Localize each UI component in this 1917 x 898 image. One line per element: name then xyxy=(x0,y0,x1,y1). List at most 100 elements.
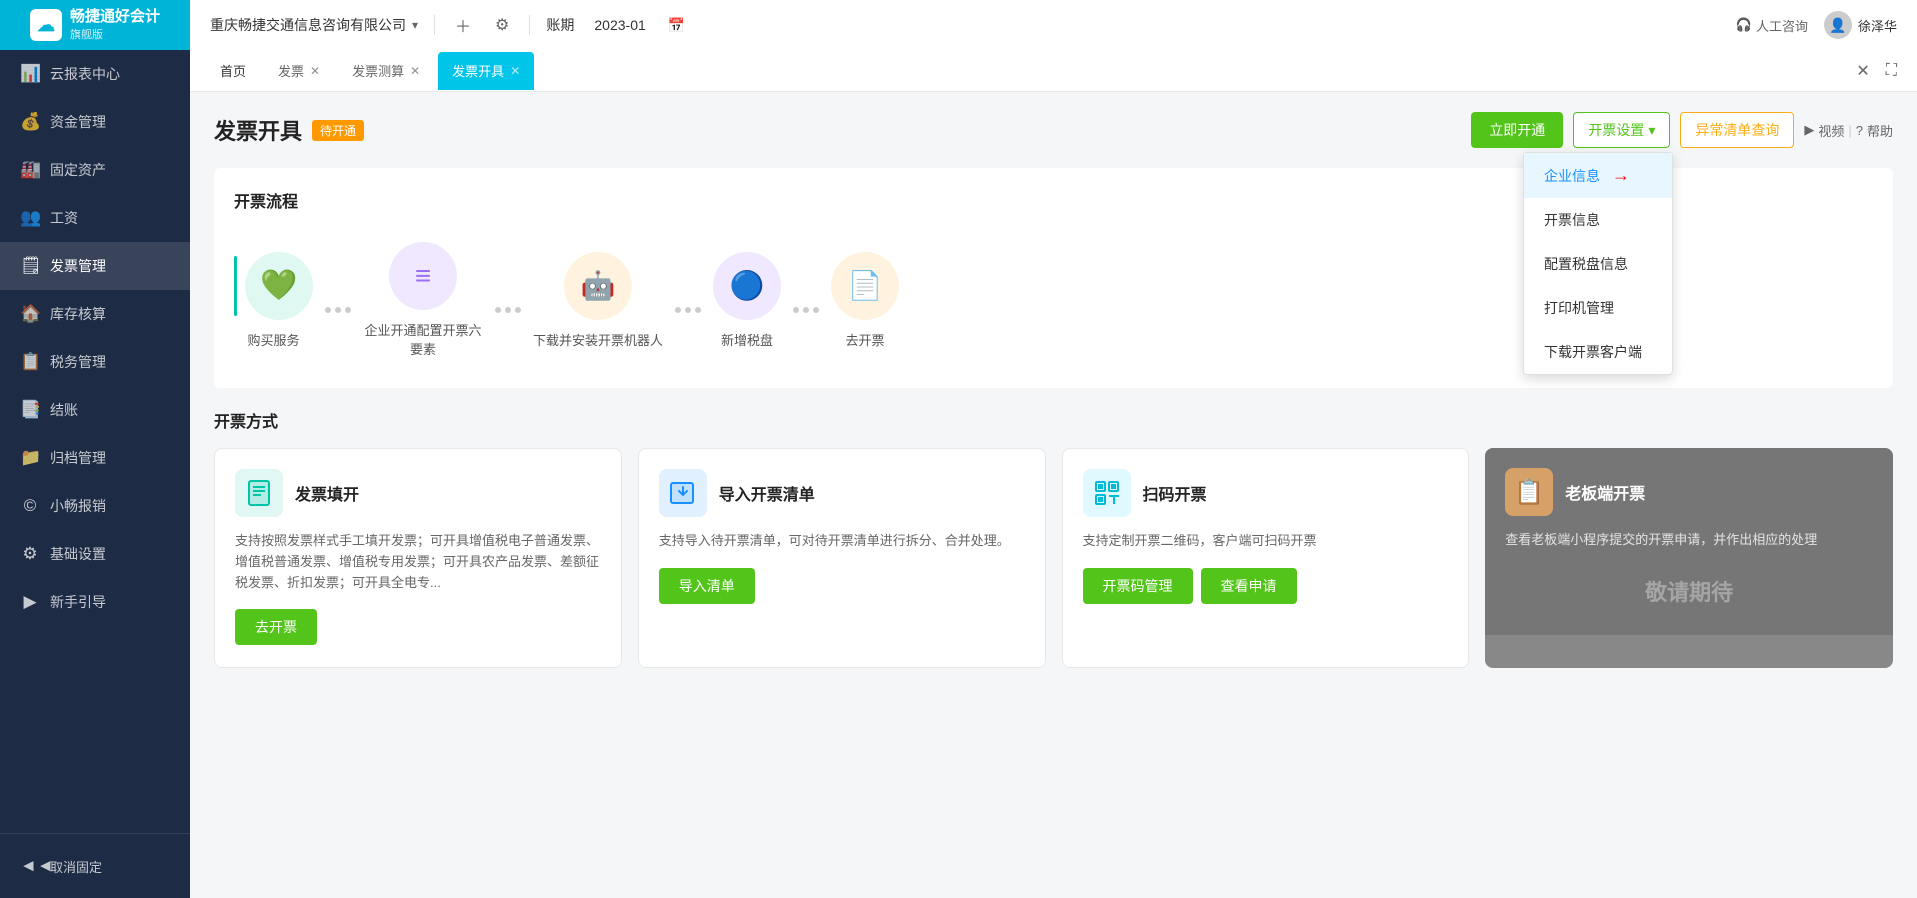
dropdown-item-company-info[interactable]: 企业信息 → xyxy=(1524,153,1672,198)
tab-invoice-issue[interactable]: 发票开具 ✕ xyxy=(438,52,534,90)
method3-title: 扫码开票 xyxy=(1143,481,1207,505)
period-label: 账期 xyxy=(546,15,574,35)
video-label[interactable]: 视频 xyxy=(1818,121,1844,140)
sidebar-item-payroll[interactable]: 👥 工资 xyxy=(0,194,190,242)
sidebar-item-tax-mgmt[interactable]: 📋 税务管理 xyxy=(0,338,190,386)
coming-soon-text: 敬请期待 xyxy=(1505,567,1873,615)
flow-step-3: 🤖 下载并安装开票机器人 xyxy=(533,252,663,349)
app-edition: 旗舰版 xyxy=(70,26,160,42)
sidebar-item-basic-settings[interactable]: ⚙ 基础设置 xyxy=(0,530,190,578)
method4-title: 老板端开票 xyxy=(1565,480,1645,504)
flow-step-4: 🔵 新增税盘 xyxy=(713,252,781,349)
basic-settings-icon: ⚙ xyxy=(20,544,40,564)
dropdown-item-invoice-info[interactable]: 开票信息 xyxy=(1524,198,1672,242)
sidebar-item-settlement[interactable]: 📑 结账 xyxy=(0,386,190,434)
tab-home[interactable]: 首页 xyxy=(206,52,260,90)
method3-header: 扫码开票 xyxy=(1083,469,1449,517)
sidebar-item-fixed-assets[interactable]: 🏭 固定资产 xyxy=(0,146,190,194)
logo-area: ☁ 畅捷通好会计 旗舰版 xyxy=(0,0,190,50)
method1-btn[interactable]: 去开票 xyxy=(235,609,317,645)
company-dropdown-icon[interactable]: ▾ xyxy=(412,18,418,32)
close-window-icon[interactable]: ✕ xyxy=(1852,57,1873,85)
fixed-assets-icon: 🏭 xyxy=(20,160,40,180)
page-content: 发票开具 待开通 立即开通 开票设置 ▾ 异常清单查询 ▶ 视频 | ? xyxy=(190,92,1917,898)
step4-icon: 🔵 xyxy=(713,252,781,320)
company-name: 重庆畅捷交通信息咨询有限公司 xyxy=(210,15,406,35)
calendar-icon[interactable]: 📅 xyxy=(668,17,685,34)
step1-icon: 💚 xyxy=(245,252,313,320)
page-header: 发票开具 待开通 立即开通 开票设置 ▾ 异常清单查询 ▶ 视频 | ? xyxy=(214,112,1893,148)
tab-bar: 首页 发票 ✕ 发票测算 ✕ 发票开具 ✕ ✕ ⛶ xyxy=(190,50,1917,92)
dropdown-item-tax-disk[interactable]: 配置税盘信息 xyxy=(1524,242,1672,286)
method-boss-invoice: 📋 老板端开票 查看老板端小程序提交的开票申请，并作出相应的处理 敬请期待 xyxy=(1485,448,1893,668)
method3-btns: 开票码管理 查看申请 xyxy=(1083,568,1449,604)
tab-invoice-calc-label: 发票测算 xyxy=(352,61,404,80)
help-label[interactable]: 帮助 xyxy=(1867,121,1893,140)
nav-divider-1 xyxy=(434,15,435,35)
step1-label: 购买服务 xyxy=(247,330,299,349)
sidebar-item-label-new-guide: 新手引导 xyxy=(50,592,106,612)
method3-btn1[interactable]: 开票码管理 xyxy=(1083,568,1193,604)
inventory-icon: 🏠 xyxy=(20,304,40,324)
sidebar-item-label-archive: 归档管理 xyxy=(50,448,106,468)
dropdown-item-download-client[interactable]: 下载开票客户端 xyxy=(1524,330,1672,374)
fund-mgmt-icon: 💰 xyxy=(20,112,40,132)
activate-button[interactable]: 立即开通 xyxy=(1471,112,1563,148)
sidebar-item-archive[interactable]: 📁 归档管理 xyxy=(0,434,190,482)
expand-window-icon[interactable]: ⛶ xyxy=(1882,58,1901,84)
invoice-methods: 发票填开 支持按照发票样式手工填开发票；可开具增值税电子普通发票、增值税普通发票… xyxy=(214,448,1893,668)
settings-dropdown-arrow: ▾ xyxy=(1648,122,1655,139)
main-layout: 📊 云报表中心 💰 资金管理 🏭 固定资产 👥 工资 🗒 发票管理 🏠 库存核算… xyxy=(0,50,1917,898)
sidebar-item-invoice-mgmt[interactable]: 🗒 发票管理 xyxy=(0,242,190,290)
sidebar-item-cancel-fixed[interactable]: ◄◄ 取消固定 xyxy=(0,846,190,886)
tab-invoice-issue-close[interactable]: ✕ xyxy=(510,64,520,78)
tab-invoice-label: 发票 xyxy=(278,61,304,80)
step4-label: 新增税盘 xyxy=(721,330,773,349)
step2-icon: ≡ xyxy=(389,242,457,310)
headset-icon: 🎧 xyxy=(1736,17,1752,33)
status-badge: 待开通 xyxy=(312,120,364,141)
settings-dropdown-menu: 企业信息 → 开票信息 配置税盘信息 打印机管理 下 xyxy=(1523,152,1673,375)
header-actions: 立即开通 开票设置 ▾ 异常清单查询 ▶ 视频 | ? 帮助 xyxy=(1471,112,1893,148)
method1-header: 发票填开 xyxy=(235,469,601,517)
tab-invoice-issue-label: 发票开具 xyxy=(452,61,504,80)
sidebar-item-cloud-report[interactable]: 📊 云报表中心 xyxy=(0,50,190,98)
method3-btn2[interactable]: 查看申请 xyxy=(1201,568,1297,604)
settings-icon[interactable]: ⚙ xyxy=(491,11,513,39)
add-icon[interactable]: ＋ xyxy=(451,9,475,41)
tab-invoice-close[interactable]: ✕ xyxy=(310,64,320,78)
dropdown-arrow-indicator: → xyxy=(1612,165,1630,186)
tab-invoice-calc-close[interactable]: ✕ xyxy=(410,64,420,78)
sidebar-item-inventory[interactable]: 🏠 库存核算 xyxy=(0,290,190,338)
exception-button[interactable]: 异常清单查询 xyxy=(1680,112,1794,148)
support-button[interactable]: 🎧 人工咨询 xyxy=(1736,16,1808,35)
top-right: 🎧 人工咨询 👤 徐泽华 xyxy=(1716,0,1917,50)
dropdown-download-label: 下载开票客户端 xyxy=(1544,342,1642,362)
cloud-report-icon: 📊 xyxy=(20,64,40,84)
company-selector[interactable]: 重庆畅捷交通信息咨询有限公司 ▾ xyxy=(210,15,418,35)
dropdown-item-printer[interactable]: 打印机管理 xyxy=(1524,286,1672,330)
sidebar-items: 📊 云报表中心 💰 资金管理 🏭 固定资产 👥 工资 🗒 发票管理 🏠 库存核算… xyxy=(0,50,190,626)
user-area[interactable]: 👤 徐泽华 xyxy=(1824,11,1897,39)
method4-header: 📋 老板端开票 xyxy=(1505,468,1873,516)
support-label: 人工咨询 xyxy=(1756,16,1808,35)
flow-step-5: 📄 去开票 xyxy=(831,252,899,349)
tab-invoice-calc[interactable]: 发票测算 ✕ xyxy=(338,52,434,90)
settings-button-label: 开票设置 xyxy=(1588,120,1644,140)
tab-invoice[interactable]: 发票 ✕ xyxy=(264,52,334,90)
step-border xyxy=(234,256,237,316)
method2-btn[interactable]: 导入清单 xyxy=(659,568,755,604)
tax-mgmt-icon: 📋 xyxy=(20,352,40,372)
method4-icon: 📋 xyxy=(1505,468,1553,516)
sidebar-item-report-sales[interactable]: © 小畅报销 xyxy=(0,482,190,530)
period-value: 2023-01 xyxy=(594,17,645,33)
connector-2 xyxy=(483,287,533,313)
sidebar-item-fund-mgmt[interactable]: 💰 资金管理 xyxy=(0,98,190,146)
sidebar-item-new-guide[interactable]: ▶ 新手引导 xyxy=(0,578,190,626)
method3-desc: 支持定制开票二维码，客户端可扫码开票 xyxy=(1083,531,1449,552)
app-name: 畅捷通好会计 xyxy=(70,8,160,26)
settings-button[interactable]: 开票设置 ▾ xyxy=(1573,112,1670,148)
method4-content: 📋 老板端开票 查看老板端小程序提交的开票申请，并作出相应的处理 敬请期待 xyxy=(1485,448,1893,635)
dropdown-company-info-label: 企业信息 xyxy=(1544,166,1600,186)
methods-section-wrapper: 开票方式 xyxy=(214,408,1893,668)
